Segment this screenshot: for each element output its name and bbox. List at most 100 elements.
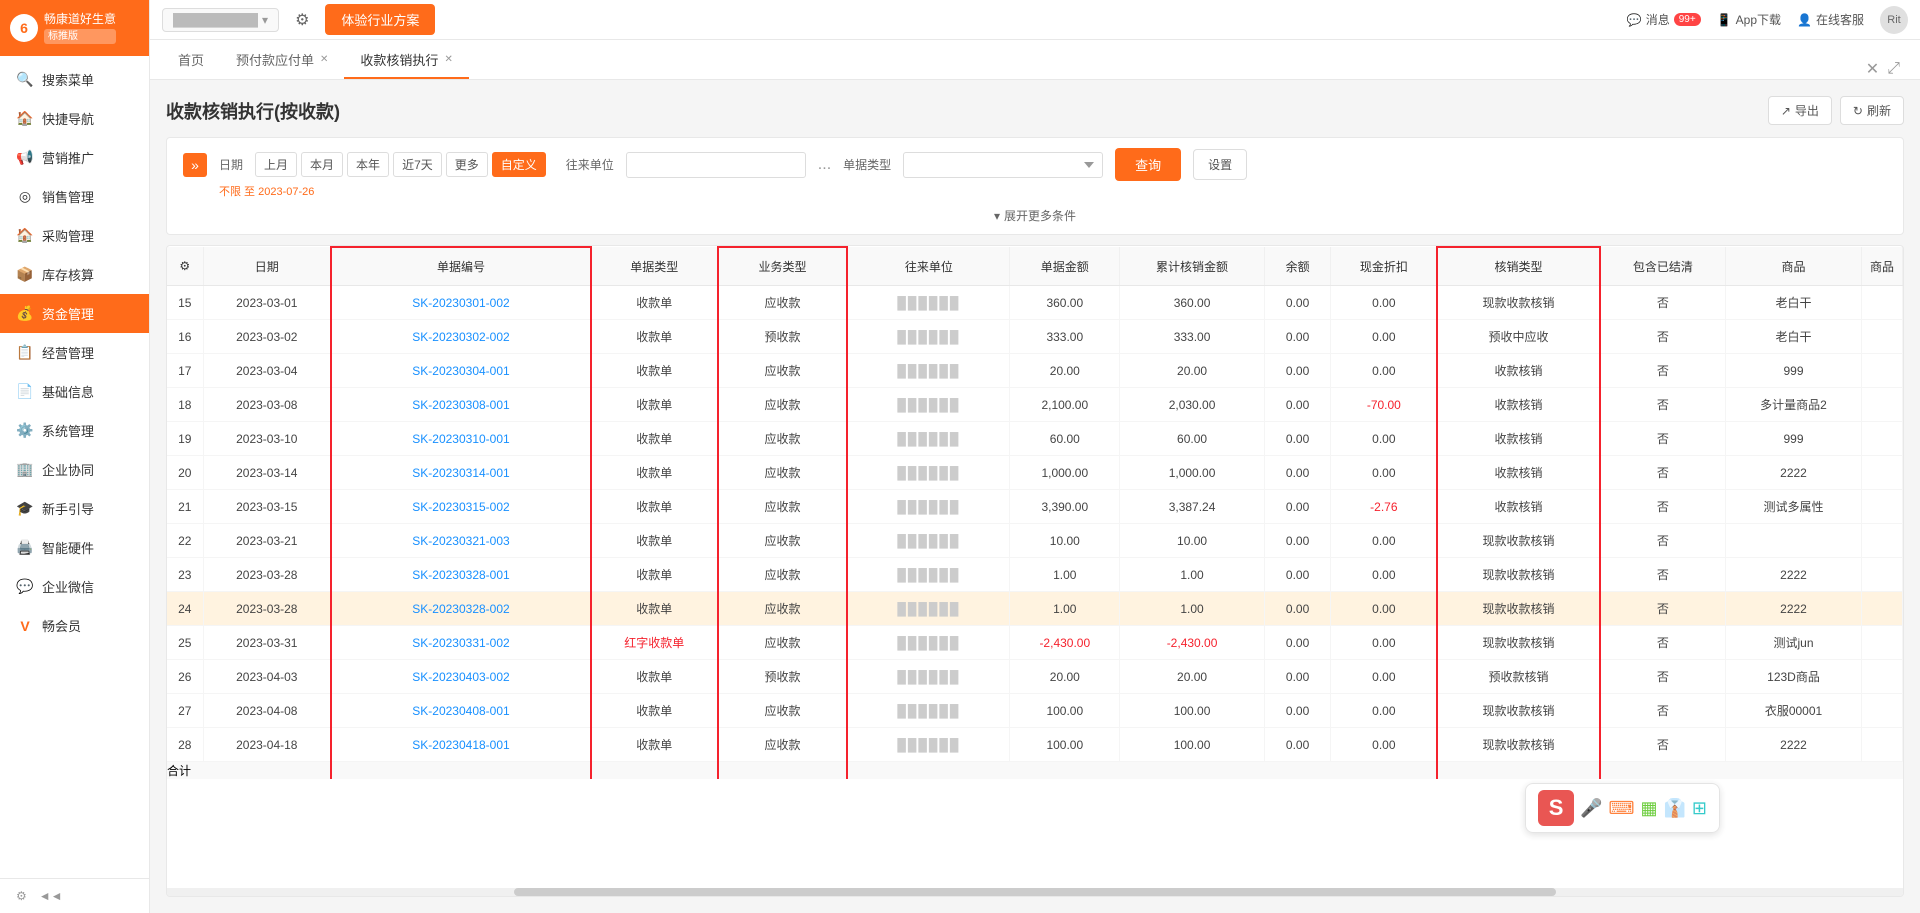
gear-icon[interactable]: ⚙ (287, 6, 317, 34)
scrollbar-thumb[interactable] (514, 888, 1556, 896)
settings-icon[interactable]: ⚙ (16, 889, 27, 903)
settings-btn[interactable]: 设置 (1193, 149, 1247, 180)
sn-link[interactable]: SK-20230408-001 (412, 704, 509, 718)
sidebar-item-finance[interactable]: 💰 资金管理 (0, 294, 149, 333)
sidebar-item-system[interactable]: ⚙️ 系统管理 (0, 411, 149, 450)
tab-home[interactable]: 首页 (162, 42, 220, 79)
tab-prepay[interactable]: 预付款应付单 ✕ (220, 42, 344, 79)
date-this-month[interactable]: 本月 (301, 152, 343, 177)
cell-partner: ██████ (847, 422, 1009, 456)
filter-expand-btn[interactable]: » (183, 153, 207, 177)
th-sn[interactable]: 单据编号 (331, 247, 591, 286)
cell-biz-type: 预收款 (718, 320, 848, 354)
th-biz-type[interactable]: 业务类型 (718, 247, 848, 286)
sidebar-item-marketing[interactable]: 📢 营销推广 (0, 138, 149, 177)
table-row: 17 2023-03-04 SK-20230304-001 收款单 应收款 ██… (167, 354, 1903, 388)
cell-date: 2023-03-28 (203, 592, 331, 626)
sidebar-item-member[interactable]: V 畅会员 (0, 606, 149, 645)
sn-link[interactable]: SK-20230403-002 (412, 670, 509, 684)
refresh-btn[interactable]: ↻ 刷新 (1840, 96, 1904, 125)
date-prev-month[interactable]: 上月 (255, 152, 297, 177)
cell-accumulated: 100.00 (1120, 728, 1265, 762)
cell-goods: 多计量商品2 (1726, 388, 1862, 422)
sn-link[interactable]: SK-20230301-002 (412, 296, 509, 310)
date-7days[interactable]: 近7天 (393, 152, 442, 177)
app-download-action[interactable]: 📱 App下载 (1717, 11, 1781, 28)
date-custom[interactable]: 自定义 (492, 152, 546, 177)
maximize-icon[interactable]: ⤢ (1887, 60, 1900, 78)
date-more[interactable]: 更多 (446, 152, 488, 177)
sidebar-item-search[interactable]: 🔍 搜索菜单 (0, 60, 149, 99)
sn-link[interactable]: SK-20230302-002 (412, 330, 509, 344)
cell-partner: ██████ (847, 728, 1009, 762)
sidebar-nav: 🔍 搜索菜单 🏠 快捷导航 📢 营销推广 ◎ 销售管理 🏠 采购管理 📦 库存核… (0, 56, 149, 878)
sn-link[interactable]: SK-20230418-001 (412, 738, 509, 752)
sn-link[interactable]: SK-20230328-001 (412, 568, 509, 582)
date-range-display: 不限 至 2023-07-26 (219, 183, 1887, 199)
sidebar-item-wechat[interactable]: 💬 企业微信 (0, 567, 149, 606)
date-this-year[interactable]: 本年 (347, 152, 389, 177)
cell-accumulated: 1,000.00 (1120, 456, 1265, 490)
th-setting[interactable]: ⚙ (167, 247, 203, 286)
th-accumulated[interactable]: 累计核销金额 (1120, 247, 1265, 286)
sidebar-item-label: 搜索菜单 (42, 70, 94, 89)
home-icon: 🏠 (16, 110, 34, 127)
th-type[interactable]: 单据类型 (591, 247, 718, 286)
query-btn[interactable]: 查询 (1115, 148, 1181, 181)
sn-link[interactable]: SK-20230328-002 (412, 602, 509, 616)
th-goods[interactable]: 商品 (1726, 247, 1862, 286)
expand-more-btn[interactable]: ▾ 展开更多条件 (994, 207, 1076, 224)
chevron-down-icon: ▾ (994, 209, 1000, 223)
sn-link[interactable]: SK-20230304-001 (412, 364, 509, 378)
cell-amount: 3,390.00 (1010, 490, 1120, 524)
doc-type-select[interactable] (903, 152, 1103, 178)
sn-link[interactable]: SK-20230314-001 (412, 466, 509, 480)
cell-discount: 0.00 (1331, 660, 1437, 694)
workspace-select[interactable]: ██████████ ▾ (162, 8, 279, 32)
cell-goods2 (1861, 626, 1902, 660)
table-scroll[interactable]: ⚙ 日期 单据编号 单据类型 业务类型 往来单位 单据金额 累计核销金额 余额 … (167, 246, 1903, 888)
sidebar-item-sales[interactable]: ◎ 销售管理 (0, 177, 149, 216)
cell-balance: 0.00 (1264, 728, 1331, 762)
collapse-icon[interactable]: ◄◄ (39, 889, 63, 903)
cell-include-settled: 否 (1600, 558, 1726, 592)
sn-link[interactable]: SK-20230315-002 (412, 500, 509, 514)
tab-collection-close[interactable]: ✕ (444, 54, 452, 65)
industry-btn[interactable]: 体验行业方案 (325, 4, 435, 35)
sidebar-item-nav[interactable]: 🏠 快捷导航 (0, 99, 149, 138)
footer-biz (718, 762, 848, 780)
cell-write-off-type: 收款核销 (1437, 490, 1599, 524)
sidebar-item-corp[interactable]: 🏢 企业协同 (0, 450, 149, 489)
th-partner[interactable]: 往来单位 (847, 247, 1009, 286)
sn-link[interactable]: SK-20230308-001 (412, 398, 509, 412)
sn-link[interactable]: SK-20230331-002 (412, 636, 509, 650)
export-btn[interactable]: ↗ 导出 (1768, 96, 1832, 125)
partner-input[interactable] (626, 152, 806, 178)
user-avatar[interactable]: Rit (1880, 6, 1908, 34)
close-window-icon[interactable]: ✕ (1866, 59, 1879, 79)
th-discount[interactable]: 现金折扣 (1331, 247, 1437, 286)
cell-discount: 0.00 (1331, 286, 1437, 320)
cell-biz-type: 应收款 (718, 422, 848, 456)
sn-link[interactable]: SK-20230310-001 (412, 432, 509, 446)
th-write-off-type[interactable]: 核销类型 (1437, 247, 1599, 286)
sidebar-item-hardware[interactable]: 🖨️ 智能硬件 (0, 528, 149, 567)
th-date[interactable]: 日期 (203, 247, 331, 286)
cell-biz-type: 应收款 (718, 592, 848, 626)
message-action[interactable]: 💬 消息 99+ (1627, 11, 1701, 28)
horizontal-scrollbar[interactable] (167, 888, 1903, 896)
th-amount[interactable]: 单据金额 (1010, 247, 1120, 286)
sidebar-item-guide[interactable]: 🎓 新手引导 (0, 489, 149, 528)
sidebar-item-inventory[interactable]: 📦 库存核算 (0, 255, 149, 294)
tab-prepay-close[interactable]: ✕ (320, 54, 328, 65)
th-goods2[interactable]: 商品 (1861, 247, 1902, 286)
sidebar-item-purchase[interactable]: 🏠 采购管理 (0, 216, 149, 255)
sidebar-item-operation[interactable]: 📋 经营管理 (0, 333, 149, 372)
sn-link[interactable]: SK-20230321-003 (412, 534, 509, 548)
online-service-action[interactable]: 👤 在线客服 (1797, 11, 1864, 28)
tab-collection[interactable]: 收款核销执行 ✕ (344, 42, 468, 79)
sidebar-item-basic[interactable]: 📄 基础信息 (0, 372, 149, 411)
cell-sn: SK-20230403-002 (331, 660, 591, 694)
th-balance[interactable]: 余额 (1264, 247, 1331, 286)
th-include-settled[interactable]: 包含已结清 (1600, 247, 1726, 286)
